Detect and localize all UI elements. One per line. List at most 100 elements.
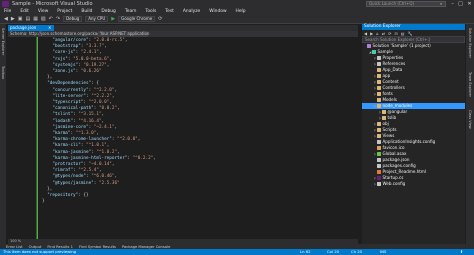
tree-item[interactable]: ▷ Content [362,79,465,85]
tree-item[interactable]: ▷ Global.asax [362,151,465,157]
folder-icon [377,68,381,72]
tab-output[interactable]: Output [29,245,42,249]
forward-icon[interactable]: ▶ [11,16,15,22]
tree-item-label: Models [382,97,397,102]
tree-item[interactable]: ▷ Startup.cs [362,175,465,181]
menu-project[interactable]: Project [57,9,72,14]
undo-icon[interactable]: ↶ [49,16,53,22]
class-view-side-tab[interactable]: Class View [468,110,472,129]
tree-item[interactable]: Solution 'Sample' (1 project) [362,43,465,49]
menu-test[interactable]: Test [165,9,174,14]
tree-item[interactable]: ▷ node_modules [362,103,465,109]
maximize-button[interactable]: □ [456,0,465,8]
menu-debug[interactable]: Debug [101,9,115,14]
show-all-files-icon[interactable]: ▤ [401,31,405,36]
back-icon[interactable]: ◀ [364,31,367,36]
tree-item[interactable]: ▷ fonts [362,91,465,97]
tree-item[interactable]: ▷ References [362,61,465,67]
tree-item[interactable]: ▷ @angular [362,109,465,115]
search-icon[interactable]: ⌕ [440,1,442,6]
menu-window[interactable]: Window [209,9,226,14]
tab-error-list[interactable]: Error List [6,245,23,249]
menu-team[interactable]: Team [125,9,137,14]
web-project-icon [372,50,376,54]
tree-item[interactable]: favicon.ico [362,145,465,151]
menu-analyze[interactable]: Analyze [183,9,200,14]
tree-item[interactable]: Project_Readme.html [362,169,465,175]
tree-item[interactable]: ▷ Scripts [362,127,465,133]
code-token: "bootstrap" [52,44,81,50]
references-icon [377,62,381,66]
tree-item[interactable]: ◢ Sample [362,49,465,55]
change-margin [36,37,38,239]
tab-find-results[interactable]: Find Results 1 [47,245,73,249]
folder-icon [377,122,381,126]
refresh-icon[interactable]: ⟳ [158,16,162,22]
tree-item[interactable]: packages.config [362,163,465,169]
configuration-dropdown[interactable]: Debug [63,16,83,22]
close-button[interactable]: ✕ [465,0,474,8]
tab-package-manager-console[interactable]: Package Manager Console [122,245,170,249]
tree-item[interactable]: ▷ Properties [362,55,465,61]
menu-help[interactable]: Help [236,9,246,14]
code-token: "lodash" [52,118,74,124]
tree-item[interactable]: ApplicationInsights.config [362,139,465,145]
tree-item[interactable]: ▷ Controllers [362,85,465,91]
redo-icon[interactable]: ↷ [56,16,60,22]
sync-icon[interactable]: ⇄ [382,31,385,36]
run-target-dropdown[interactable]: Google Chrome [118,16,156,22]
code-line: "systemjs": "0.19.27", [42,63,109,69]
collapse-all-icon[interactable]: ⊟ [394,31,397,36]
folder-icon [377,134,381,138]
menu-tools[interactable]: Tools [145,9,156,14]
platform-dropdown[interactable]: Any CPU [85,16,109,22]
solution-explorer-side-tab[interactable]: Solution Explorer [468,28,472,58]
code-token: : { [91,81,99,87]
code-token: , [114,124,118,130]
tree-item[interactable]: ▷ obj [362,121,465,127]
menu-view[interactable]: View [38,9,48,14]
save-all-icon[interactable]: ▧ [41,16,46,22]
code-token: "karma-jasmine-html-reporter" [52,155,128,161]
menu-edit[interactable]: Edit [20,9,29,14]
refresh-icon[interactable]: ⟳ [388,31,391,36]
code-token: , [104,44,107,50]
new-project-icon[interactable]: ▣ [18,16,23,22]
code-editor[interactable]: "angular/core": "2.0.0-rc.5", "bootstrap… [8,37,358,239]
tree-item[interactable]: Models [362,97,465,103]
properties-icon[interactable]: 🔧 [408,31,413,36]
team-explorer-side-tab[interactable]: Team Explorer [468,72,472,97]
toolbox-tab[interactable]: Toolbox [1,66,5,79]
tree-item[interactable]: ▷ app [362,73,465,79]
code-token: "~4.0.14" [88,162,112,167]
server-explorer-tab[interactable]: Server Explorer [1,28,5,55]
menu-file[interactable]: File [4,9,11,14]
code-token: "^1.0.1" [86,143,107,149]
tree-item[interactable]: App_Data [362,67,465,73]
open-icon[interactable]: ▤ [25,16,30,22]
tree-item[interactable]: package.json [362,157,465,163]
code-token: , [98,168,102,174]
tree-item[interactable]: ▷ tslib [362,115,465,121]
forward-icon[interactable]: ▶ [370,31,373,36]
tree-item[interactable]: ▷ Web.config [362,181,465,187]
code-line: "tslint": "^3.15.1", [42,112,104,118]
tab-find-symbol-results[interactable]: Find Symbol Results [79,245,116,249]
home-icon[interactable]: ⌂ [376,31,379,36]
solution-search-input[interactable]: Search Solution Explorer (Ctrl+;) [362,36,465,43]
tree-item[interactable]: ▷ Views [362,133,465,139]
save-icon[interactable]: ▦ [33,16,38,22]
code-token: , [111,93,115,99]
code-line: } [42,199,45,205]
tree-item-label: package.json [382,157,410,162]
quick-launch-input[interactable]: Quick Launch (Ctrl+Q) [366,1,446,7]
publish-icon[interactable]: ⬆ [460,249,463,255]
back-icon[interactable]: ◀ [4,16,8,22]
menu-build[interactable]: Build [81,9,92,14]
run-icon[interactable]: ▶ [111,16,115,22]
